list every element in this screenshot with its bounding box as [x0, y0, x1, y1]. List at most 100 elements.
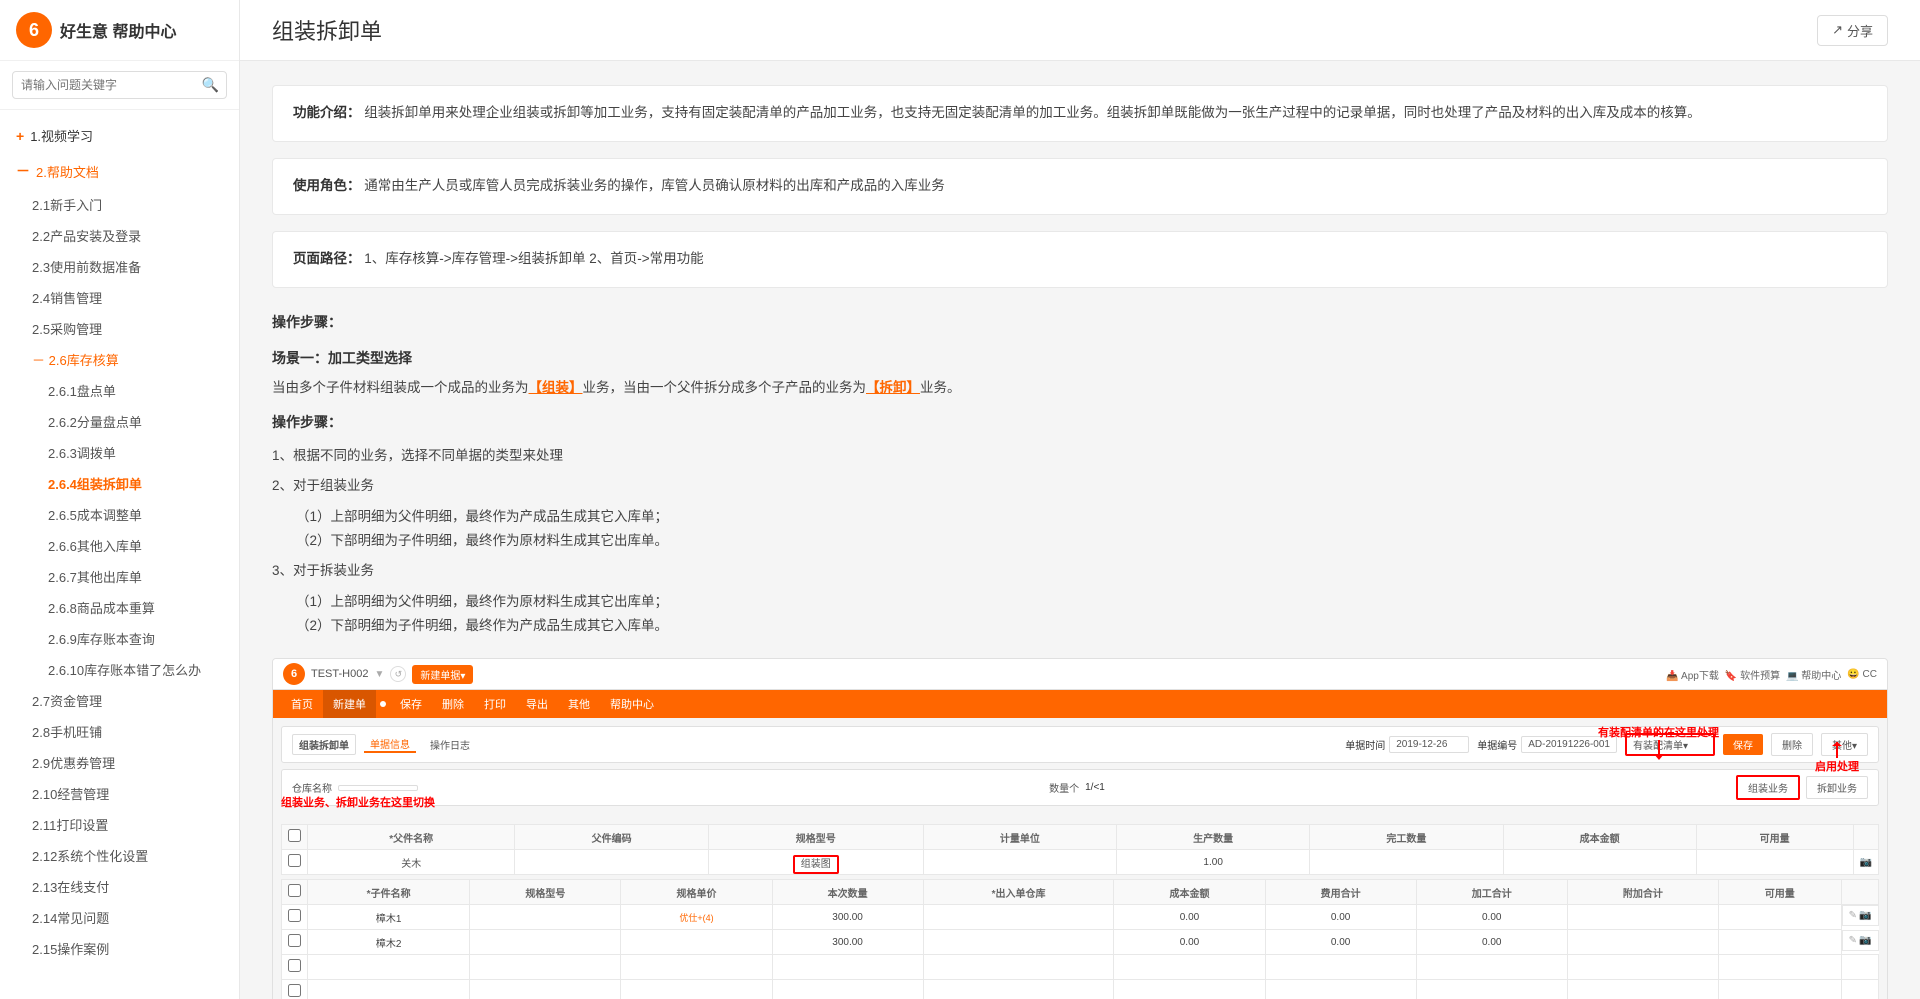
link-disassembly[interactable]: 【拆卸】 [866, 380, 920, 395]
select-all-2[interactable] [288, 884, 301, 897]
annotation-3: 启用处理 [1815, 742, 1859, 774]
mock-nav-print[interactable]: 打印 [474, 690, 516, 718]
mock-toggle-disassembly[interactable]: 拆卸业务 [1806, 776, 1868, 799]
mock-date-input[interactable]: 2019-12-26 [1389, 736, 1469, 753]
step2-sub1: （1）上部明细为父件明细，最终作为产成品生成其它入库单； [272, 505, 1888, 529]
sidebar-item-video[interactable]: + 1.视频学习 [0, 118, 239, 153]
sidebar-sub-262[interactable]: 2.6.2分量盘点单 [0, 406, 239, 437]
mock-save-btn[interactable]: 保存 [1723, 734, 1763, 755]
sidebar-sub-24[interactable]: 2.4销售管理 [0, 282, 239, 313]
mock-table2-area: 无固定清单可以直接在这里录入 *子件名称 规格型号 规格单价 本 [281, 879, 1879, 999]
search-icon[interactable]: 🔍 [202, 77, 219, 94]
mock-topbar: 6 TEST-H002 ▼ ↺ 新建单据▾ 📥 App下载 🔖 软件预算 💻 帮… [273, 659, 1887, 690]
sidebar-sub-26-label: 2.6库存核算 [49, 353, 119, 368]
table-row: 樟木1 优仕+(4) 300.00 0.00 0.00 0.00 [282, 905, 1879, 930]
ops-title: 操作步骤： [272, 312, 1888, 332]
search-input[interactable] [12, 71, 227, 99]
mock-navbar: 首页 新建单 保存 删除 打印 导出 其他 帮助中心 [273, 690, 1887, 718]
mock-toggle-assembly[interactable]: 组装业务 [1736, 775, 1800, 800]
step2: 2、对于组装业务 [272, 474, 1888, 498]
col-spec: 规格型号 [708, 825, 923, 850]
sidebar-sub-26[interactable]: － 2.6库存核算 [0, 344, 239, 375]
mock-nav-new[interactable]: 新建单 [323, 690, 376, 718]
annotation1-text: 有装配清单的在这里处理 [1598, 724, 1719, 740]
row-check[interactable] [288, 909, 301, 922]
table2-header-row: *子件名称 规格型号 规格单价 本次数量 *出入单仓库 成本金额 费用合计 加工… [282, 880, 1879, 905]
screenshot-mockup: 6 TEST-H002 ▼ ↺ 新建单据▾ 📥 App下载 🔖 软件预算 💻 帮… [272, 658, 1888, 999]
mock-warehouse-input[interactable] [338, 785, 418, 791]
sidebar-sub-269[interactable]: 2.6.9库存账本查询 [0, 623, 239, 654]
link-assembly[interactable]: 【组装】 [529, 380, 583, 395]
mock-tab2[interactable]: 操作日志 [424, 737, 476, 752]
col-warehouse: *出入单仓库 [923, 880, 1114, 905]
mock-qty-label: 数量个 [1049, 780, 1079, 795]
row-check2[interactable] [288, 934, 301, 947]
sidebar-sub-2610[interactable]: 2.6.10库存账本错了怎么办 [0, 654, 239, 685]
main-content: 组装拆卸单 ↗ 分享 功能介绍： 组装拆卸单用来处理企业组装或拆卸等加工业务，支… [240, 0, 1920, 999]
table-row: 关木 组装图 1.00 [282, 850, 1879, 875]
mock-table1: *父件名称 父件编码 规格型号 计量单位 生产数量 完工数量 成本金额 可用量 [281, 824, 1879, 875]
sidebar-sub-261[interactable]: 2.6.1盘点单 [0, 375, 239, 406]
sidebar-sub-23[interactable]: 2.3使用前数据准备 [0, 251, 239, 282]
sidebar-sub-29[interactable]: 2.9优惠券管理 [0, 747, 239, 778]
sidebar-sub-263[interactable]: 2.6.3调拨单 [0, 437, 239, 468]
info1-label: 功能介绍： [293, 105, 361, 120]
sidebar-sub-28[interactable]: 2.8手机旺铺 [0, 716, 239, 747]
mock-tab1[interactable]: 单据信息 [364, 736, 416, 753]
share-button[interactable]: ↗ 分享 [1817, 15, 1888, 46]
step2-sub2: （2）下部明细为子件明细，最终作为原材料生成其它出库单。 [272, 529, 1888, 553]
sidebar: 6 好生意 帮助中心 🔍 + 1.视频学习 － 2.帮助文档 2.1新手入门 2… [0, 0, 240, 999]
col-unit-price: 规格单价 [621, 880, 772, 905]
step3-sub2: （2）下部明细为子件明细，最终作为产成品生成其它入库单。 [272, 614, 1888, 638]
sidebar-sub-213[interactable]: 2.13在线支付 [0, 871, 239, 902]
sidebar-sub-267[interactable]: 2.6.7其他出库单 [0, 561, 239, 592]
share-icon: ↗ [1832, 22, 1843, 38]
sidebar-sub-214[interactable]: 2.14常见问题 [0, 902, 239, 933]
mock-table2: *子件名称 规格型号 规格单价 本次数量 *出入单仓库 成本金额 费用合计 加工… [281, 879, 1879, 999]
mock-nav-delete[interactable]: 删除 [432, 690, 474, 718]
row1-checkbox[interactable] [288, 854, 301, 867]
info2-label: 使用角色： [293, 178, 361, 193]
info3-label: 页面路径： [293, 251, 361, 266]
ops-section: 操作步骤： 场景一：加工类型选择 当由多个子件材料组装成一个成品的业务为【组装】… [272, 304, 1888, 999]
sidebar-item-docs[interactable]: － 2.帮助文档 2.1新手入门 2.2产品安装及登录 2.3使用前数据准备 2… [0, 153, 239, 964]
sidebar-item-video-label: 1.视频学习 [30, 126, 93, 145]
table-row [282, 980, 1879, 999]
col-fee-total: 费用合计 [1265, 880, 1416, 905]
mock-main-content: 有装配清单的在这里处理 [273, 718, 1887, 999]
nav-sub-list: 2.1新手入门 2.2产品安装及登录 2.3使用前数据准备 2.4销售管理 2.… [0, 189, 239, 964]
plus-icon: + [16, 128, 24, 144]
sidebar-sub-210[interactable]: 2.10经营管理 [0, 778, 239, 809]
sidebar-sub-211[interactable]: 2.11打印设置 [0, 809, 239, 840]
sidebar-sub-22[interactable]: 2.2产品安装及登录 [0, 220, 239, 251]
mock-nav-help[interactable]: 帮助中心 [600, 690, 664, 718]
sidebar-sub-212[interactable]: 2.12系统个性化设置 [0, 840, 239, 871]
mock-bill-type-label: 组装拆卸单 [292, 734, 356, 755]
sidebar-sub-264[interactable]: 2.6.4组装拆卸单 [0, 468, 239, 499]
mock-new-badge[interactable]: 新建单据▾ [412, 665, 473, 684]
mock-nav-save[interactable]: 保存 [390, 690, 432, 718]
sidebar-sub-215[interactable]: 2.15操作案例 [0, 933, 239, 964]
mock-nav-other[interactable]: 其他 [558, 690, 600, 718]
col-unit: 计量单位 [923, 825, 1116, 850]
sidebar-sub-21[interactable]: 2.1新手入门 [0, 189, 239, 220]
ops-steps-title: 操作步骤： [272, 412, 1888, 432]
step3: 3、对于拆装业务 [272, 559, 1888, 583]
mock-assembly-type-cell[interactable]: 组装图 [793, 855, 839, 874]
mock-delete-btn[interactable]: 删除 [1771, 733, 1813, 756]
sidebar-sub-27[interactable]: 2.7资金管理 [0, 685, 239, 716]
col-append-total: 附加合计 [1567, 880, 1718, 905]
sidebar-sub-265[interactable]: 2.6.5成本调整单 [0, 499, 239, 530]
select-all-1[interactable] [288, 829, 301, 842]
mock-nav-home[interactable]: 首页 [281, 690, 323, 718]
logo-icon: 6 [16, 12, 52, 48]
col-cost2: 成本金额 [1114, 880, 1265, 905]
annotation3-text: 启用处理 [1815, 758, 1859, 774]
sidebar-sub-25[interactable]: 2.5采购管理 [0, 313, 239, 344]
sidebar-sub-266[interactable]: 2.6.6其他入库单 [0, 530, 239, 561]
mock-nav-export[interactable]: 导出 [516, 690, 558, 718]
app-title: 好生意 帮助中心 [60, 18, 176, 42]
scenario1-desc: 当由多个子件材料组装成一个成品的业务为【组装】业务，当由一个父件拆分成多个子产品… [272, 376, 1888, 400]
annotation1-arrow [1629, 740, 1689, 760]
sidebar-sub-268[interactable]: 2.6.8商品成本重算 [0, 592, 239, 623]
